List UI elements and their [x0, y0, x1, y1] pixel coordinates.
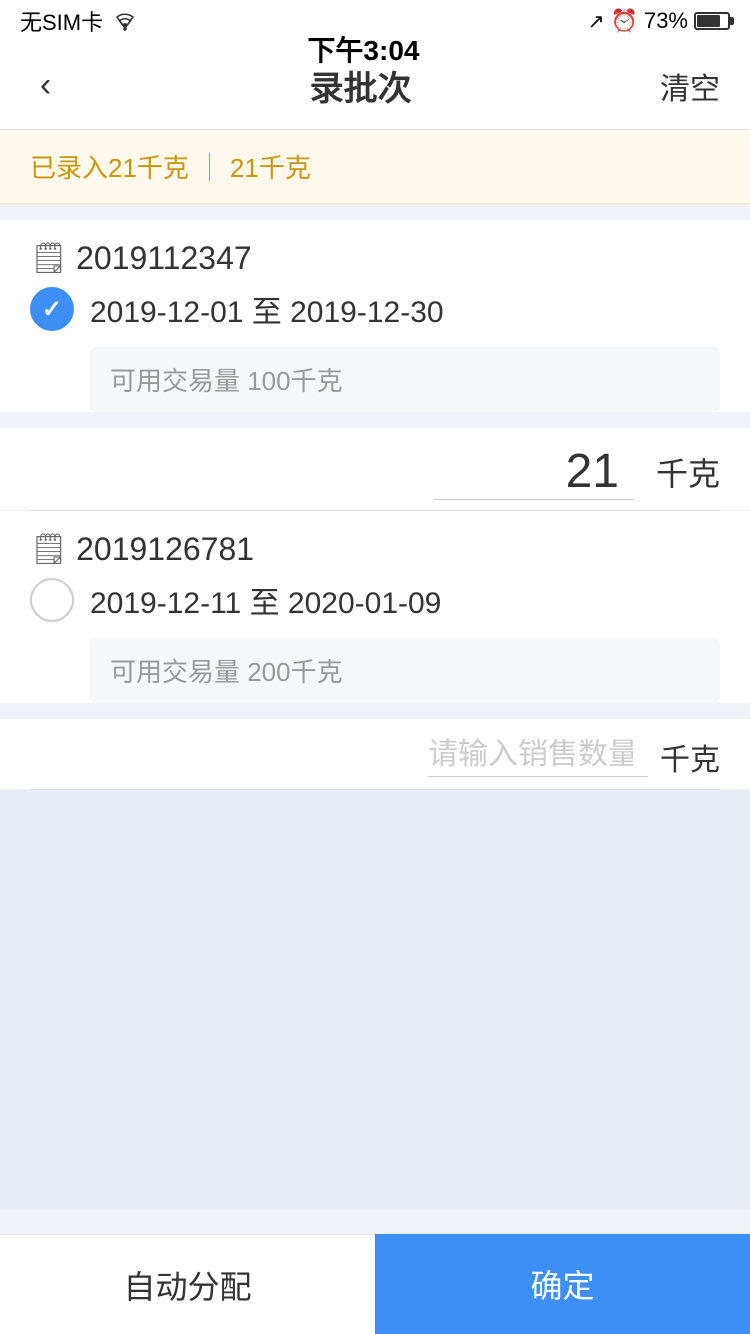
- auto-distribute-button[interactable]: 自动分配: [0, 1234, 375, 1334]
- batch2-date: 2019-12-11 至 2020-01-09: [90, 578, 441, 622]
- batch1-header: 🗒 2019112347: [30, 240, 720, 277]
- batch1-card: 🗒 2019112347 2019-12-01 至 2019-12-30 可用交…: [0, 220, 750, 412]
- banner-divider: [209, 153, 210, 181]
- batch2-doc-icon: 🗒: [30, 532, 68, 567]
- batch1-avail-text: 可用交易量 100千克: [110, 366, 343, 396]
- alarm-icon: ⏰: [611, 8, 638, 34]
- batch1-date: 2019-12-01 至 2019-12-30: [90, 287, 444, 331]
- batch1-qty-row: 千克: [0, 428, 750, 510]
- battery-icon: [694, 12, 730, 30]
- status-time: 下午3:04: [307, 29, 419, 69]
- info-banner: 已录入21千克 21千克: [0, 130, 750, 204]
- batch1-qty-input[interactable]: [434, 444, 634, 500]
- battery-percent: 73%: [644, 8, 688, 34]
- batch1-unit: 千克: [656, 449, 720, 495]
- batch2-input-row: 千克: [0, 719, 750, 789]
- clear-button[interactable]: 清空: [660, 64, 720, 108]
- batch2-card: 🗒 2019126781 2019-12-11 至 2020-01-09 可用交…: [0, 511, 750, 703]
- batch2-avail-box: 可用交易量 200千克: [90, 638, 720, 703]
- batch2-id: 2019126781: [76, 531, 254, 568]
- carrier-text: 无SIM卡: [20, 5, 103, 37]
- batch1-date-row: 2019-12-01 至 2019-12-30: [30, 287, 720, 331]
- batch1-id: 2019112347: [76, 240, 252, 277]
- batch1-avail-box: 可用交易量 100千克: [90, 347, 720, 412]
- batch1-radio[interactable]: [30, 287, 74, 331]
- status-right: ↗ ⏰ 73%: [588, 8, 730, 34]
- confirm-button[interactable]: 确定: [375, 1234, 750, 1334]
- total-amount: 21千克: [230, 148, 311, 185]
- status-carrier: 无SIM卡: [20, 5, 139, 37]
- back-button[interactable]: ‹: [30, 56, 61, 115]
- batch2-qty-input[interactable]: [428, 738, 648, 777]
- batch2-unit: 千克: [660, 735, 720, 779]
- bottom-bar: 自动分配 确定: [0, 1234, 750, 1334]
- location-icon: ↗: [588, 9, 605, 34]
- batch1-doc-icon: 🗒: [30, 241, 68, 276]
- status-bar: 无SIM卡 下午3:04 ↗ ⏰ 73%: [0, 0, 750, 42]
- recorded-amount: 已录入21千克: [30, 148, 189, 185]
- batch2-header: 🗒 2019126781: [30, 531, 720, 568]
- wifi-icon: [111, 10, 139, 32]
- batch2-radio[interactable]: [30, 578, 74, 622]
- empty-area: [0, 790, 750, 1210]
- batch2-avail-text: 可用交易量 200千克: [110, 657, 343, 687]
- batch2-date-row: 2019-12-11 至 2020-01-09: [30, 578, 720, 622]
